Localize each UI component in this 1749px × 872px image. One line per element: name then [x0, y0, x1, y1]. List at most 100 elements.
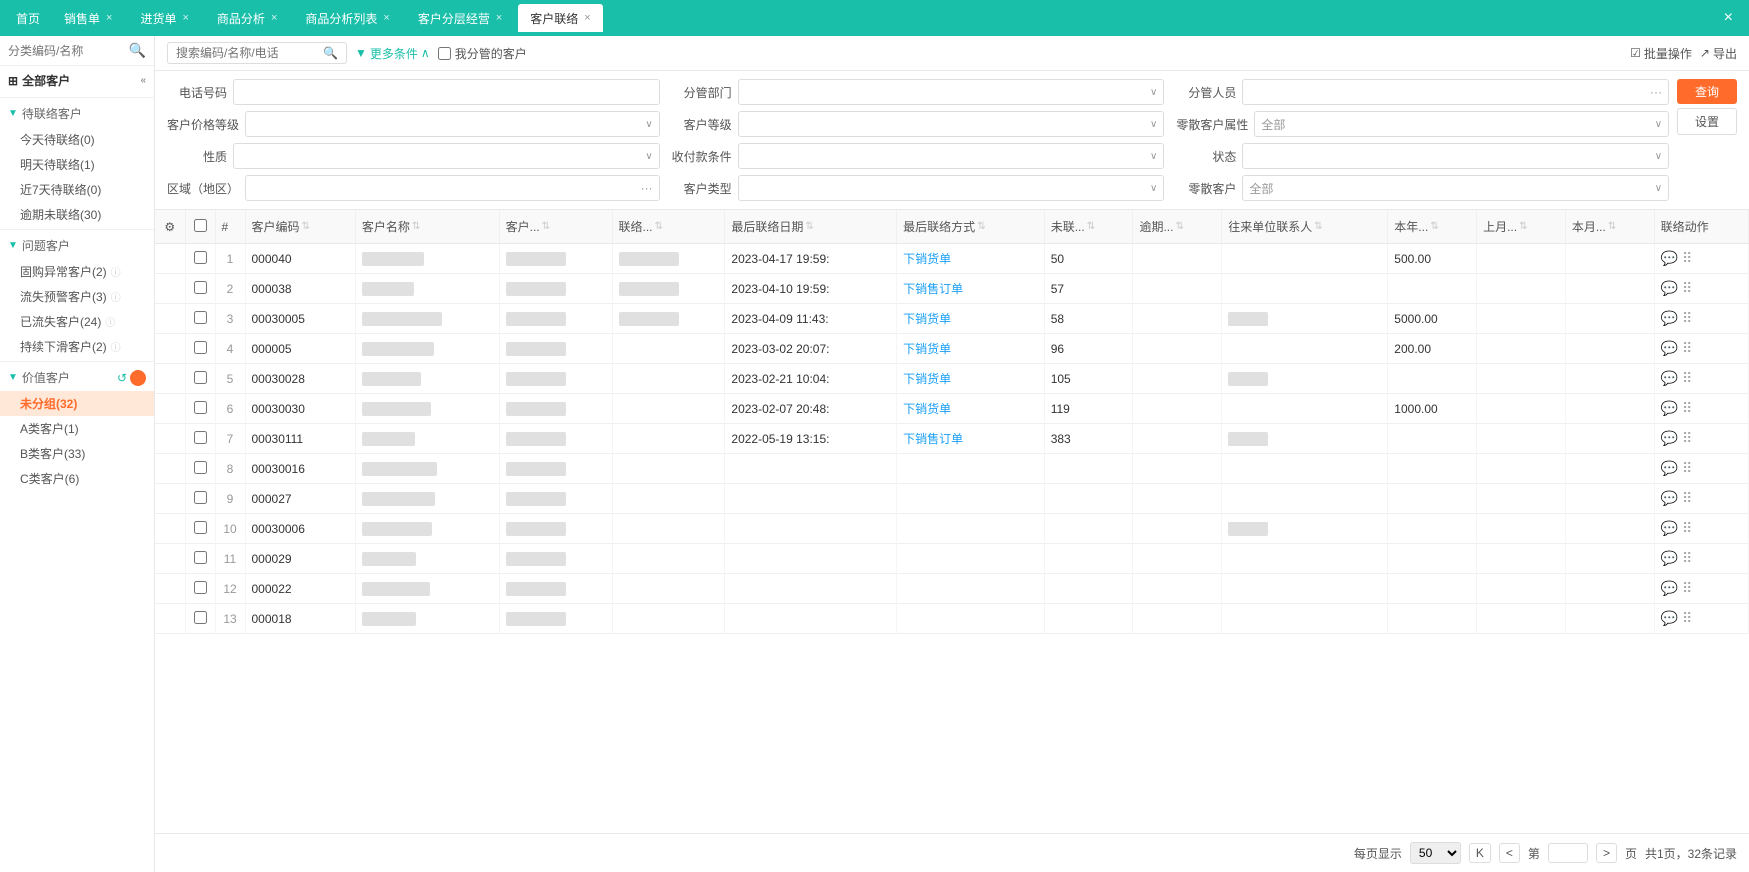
- th-overdue[interactable]: 逾期...: [1133, 210, 1222, 244]
- more-action-icon[interactable]: ⠿: [1682, 490, 1692, 507]
- contact-phone-icon[interactable]: 💬: [1661, 340, 1678, 357]
- td-checkbox[interactable]: [185, 424, 215, 454]
- sidebar-search-icon[interactable]: 🔍: [129, 42, 146, 59]
- row-checkbox[interactable]: [194, 491, 207, 504]
- th-contact[interactable]: 联络...: [612, 210, 725, 244]
- sidebar-item-low-order[interactable]: 持续下滑客户(2) ⓘ: [0, 334, 154, 359]
- td-last-contact-method[interactable]: [897, 574, 1045, 604]
- select-all-checkbox[interactable]: [194, 219, 207, 232]
- sidebar-item-abnormal-purchase[interactable]: 固购异常客户(2) ⓘ: [0, 259, 154, 284]
- page-size-select[interactable]: 50 20 100: [1410, 842, 1461, 864]
- phone-input[interactable]: [233, 79, 660, 105]
- td-checkbox[interactable]: [185, 364, 215, 394]
- customer-grade-select[interactable]: ∨: [738, 111, 1165, 137]
- td-last-contact-method[interactable]: 下销货单: [897, 334, 1045, 364]
- contact-method-link[interactable]: 下销货单: [903, 252, 951, 266]
- contact-phone-icon[interactable]: 💬: [1661, 520, 1678, 537]
- contact-method-link[interactable]: 下销货单: [903, 402, 951, 416]
- sidebar-item-ungraded[interactable]: 未分组(32): [0, 391, 154, 416]
- more-action-icon[interactable]: ⠿: [1682, 310, 1692, 327]
- row-checkbox[interactable]: [194, 581, 207, 594]
- close-purchase-tab[interactable]: ×: [182, 12, 188, 24]
- customer-type-select[interactable]: ∨: [738, 175, 1165, 201]
- my-customers-checkbox[interactable]: [438, 47, 451, 60]
- sidebar-group-problem[interactable]: ▼ 问题客户: [0, 232, 154, 259]
- price-grade-select[interactable]: ∨: [245, 111, 660, 137]
- region-input[interactable]: ···: [245, 175, 660, 201]
- retail-customer-select[interactable]: 全部 ∨: [1242, 175, 1669, 201]
- more-action-icon[interactable]: ⠿: [1682, 520, 1692, 537]
- batch-operation-btn[interactable]: ☑ 批量操作: [1630, 45, 1692, 62]
- my-customers-filter[interactable]: 我分管的客户: [438, 45, 527, 62]
- contact-method-link[interactable]: 下销货单: [903, 342, 951, 356]
- td-last-contact-method[interactable]: [897, 604, 1045, 634]
- payment-select[interactable]: ∨: [738, 143, 1165, 169]
- row-checkbox[interactable]: [194, 551, 207, 564]
- td-last-contact-method[interactable]: 下销货单: [897, 394, 1045, 424]
- close-product-analysis-list-tab[interactable]: ×: [383, 12, 389, 24]
- th-last-month[interactable]: 上月...: [1477, 210, 1566, 244]
- row-checkbox[interactable]: [194, 521, 207, 534]
- first-page-btn[interactable]: K: [1469, 843, 1491, 863]
- contact-method-link[interactable]: 下销货单: [903, 312, 951, 326]
- row-checkbox[interactable]: [194, 311, 207, 324]
- td-checkbox[interactable]: [185, 274, 215, 304]
- filter-more-conditions[interactable]: ▼ 更多条件 ∧: [355, 45, 430, 62]
- more-action-icon[interactable]: ⠿: [1682, 460, 1692, 477]
- td-last-contact-method[interactable]: [897, 454, 1045, 484]
- refresh-icon[interactable]: ↺: [117, 371, 127, 385]
- contact-phone-icon[interactable]: 💬: [1661, 400, 1678, 417]
- th-this-month[interactable]: 本月...: [1565, 210, 1654, 244]
- sidebar-item-7days[interactable]: 近7天待联络(0): [0, 177, 154, 202]
- contact-method-link[interactable]: 下销售订单: [903, 432, 963, 446]
- th-last-contact-date[interactable]: 最后联络日期: [725, 210, 897, 244]
- td-last-contact-method[interactable]: 下销售订单: [897, 424, 1045, 454]
- nav-tab-customer-contact[interactable]: 客户联络 ×: [518, 4, 602, 32]
- td-checkbox[interactable]: [185, 544, 215, 574]
- nav-tab-customer-segment[interactable]: 客户分层经营 ×: [406, 4, 514, 32]
- contact-phone-icon[interactable]: 💬: [1661, 430, 1678, 447]
- sidebar-item-group-b[interactable]: B类客户(33): [0, 441, 154, 466]
- td-last-contact-method[interactable]: 下销货单: [897, 364, 1045, 394]
- td-last-contact-method[interactable]: [897, 484, 1045, 514]
- contact-phone-icon[interactable]: 💬: [1661, 250, 1678, 267]
- more-action-icon[interactable]: ⠿: [1682, 370, 1692, 387]
- more-action-icon[interactable]: ⠿: [1682, 340, 1692, 357]
- td-checkbox[interactable]: [185, 574, 215, 604]
- more-action-icon[interactable]: ⠿: [1682, 550, 1692, 567]
- filter-search-input[interactable]: [176, 46, 319, 60]
- contact-phone-icon[interactable]: 💬: [1661, 550, 1678, 567]
- td-last-contact-method[interactable]: [897, 514, 1045, 544]
- row-checkbox[interactable]: [194, 431, 207, 444]
- td-checkbox[interactable]: [185, 454, 215, 484]
- td-last-contact-method[interactable]: 下销售订单: [897, 274, 1045, 304]
- reset-btn[interactable]: 设置: [1677, 108, 1737, 135]
- td-checkbox[interactable]: [185, 604, 215, 634]
- prev-page-btn[interactable]: <: [1499, 843, 1520, 863]
- close-sales-tab[interactable]: ×: [106, 12, 112, 24]
- row-checkbox[interactable]: [194, 251, 207, 264]
- contact-method-link[interactable]: 下销售订单: [903, 282, 963, 296]
- export-btn[interactable]: ↗ 导出: [1700, 45, 1737, 62]
- more-action-icon[interactable]: ⠿: [1682, 580, 1692, 597]
- more-action-icon[interactable]: ⠿: [1682, 430, 1692, 447]
- close-customer-contact-tab[interactable]: ×: [584, 12, 590, 24]
- contact-phone-icon[interactable]: 💬: [1661, 580, 1678, 597]
- th-code[interactable]: 客户编码: [245, 210, 355, 244]
- sidebar-group-pending[interactable]: ▼ 待联络客户: [0, 100, 154, 127]
- sidebar-item-overdue[interactable]: 逾期未联络(30): [0, 202, 154, 227]
- nav-home[interactable]: 首页: [8, 6, 48, 31]
- retail-attr-select[interactable]: 全部 ∨: [1254, 111, 1669, 137]
- status-select[interactable]: ∨: [1242, 143, 1669, 169]
- nav-tab-purchase[interactable]: 进货单 ×: [128, 4, 200, 32]
- next-page-btn[interactable]: >: [1596, 843, 1617, 863]
- sidebar-search-input[interactable]: [8, 44, 125, 58]
- sidebar-item-group-a[interactable]: A类客户(1): [0, 416, 154, 441]
- close-customer-segment-tab[interactable]: ×: [496, 12, 502, 24]
- th-checkbox[interactable]: [185, 210, 215, 244]
- contact-phone-icon[interactable]: 💬: [1661, 370, 1678, 387]
- sidebar-item-tomorrow[interactable]: 明天待联络(1): [0, 152, 154, 177]
- td-checkbox[interactable]: [185, 334, 215, 364]
- row-checkbox[interactable]: [194, 611, 207, 624]
- row-checkbox[interactable]: [194, 461, 207, 474]
